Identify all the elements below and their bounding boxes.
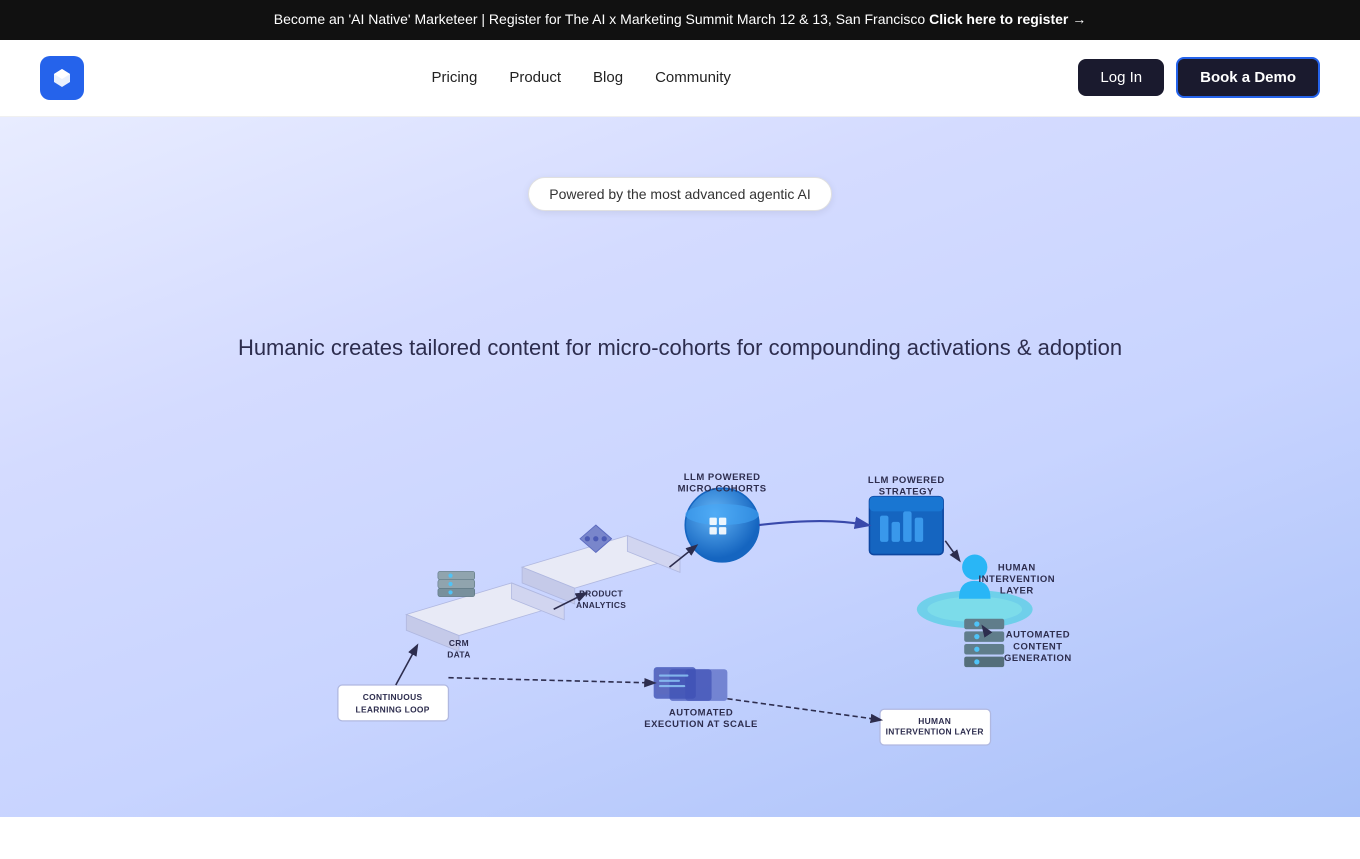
llm-micro-label: LLM POWERED	[684, 471, 761, 482]
llm-strategy-label-2: STRATEGY	[879, 486, 934, 497]
llm-strategy-group: LLM POWERED STRATEGY	[868, 475, 945, 555]
human-intervention-2-label-2: INTERVENTION LAYER	[886, 726, 984, 736]
human-intervention-label-2: INTERVENTION	[979, 573, 1056, 584]
pricing-link[interactable]: Pricing	[431, 69, 477, 86]
blog-link[interactable]: Blog	[593, 69, 623, 86]
llm-micro-cohorts-group: LLM POWERED MICRO-COHORTS	[678, 471, 767, 561]
automated-execution-group: AUTOMATED EXECUTION AT SCALE	[644, 667, 758, 730]
announcement-cta[interactable]: Click here to register →	[929, 11, 1086, 27]
announcement-bar: Become an 'AI Native' Marketeer | Regist…	[0, 0, 1360, 40]
human-intervention-2-group: HUMAN INTERVENTION LAYER	[880, 709, 991, 745]
announcement-text: Become an 'AI Native' Marketeer | Regist…	[274, 11, 925, 27]
llm-micro-label-2: MICRO-COHORTS	[678, 483, 767, 494]
nav-item-pricing[interactable]: Pricing	[431, 69, 477, 87]
human-intervention-label-3: LAYER	[1000, 585, 1034, 596]
nav-item-blog[interactable]: Blog	[593, 69, 623, 87]
nav-actions: Log In Book a Demo	[1078, 57, 1320, 98]
nav-item-community[interactable]: Community	[655, 69, 731, 87]
continuous-learning-label-2: LEARNING LOOP	[356, 704, 430, 714]
human-intervention-group: HUMAN INTERVENTION LAYER	[917, 554, 1055, 628]
product-link[interactable]: Product	[509, 69, 561, 86]
hero-section: Powered by the most advanced agentic AI …	[0, 117, 1360, 817]
human-intervention-label: HUMAN	[998, 562, 1036, 573]
auto-content-label-2: CONTENT	[1013, 641, 1062, 652]
continuous-learning-group: CONTINUOUS LEARNING LOOP	[338, 685, 449, 721]
nav-links: Pricing Product Blog Community	[431, 69, 730, 87]
logo-icon	[50, 66, 74, 90]
nav-item-product[interactable]: Product	[509, 69, 561, 87]
continuous-learning-label: CONTINUOUS	[363, 691, 423, 701]
community-link[interactable]: Community	[655, 69, 731, 86]
auto-content-label-3: GENERATION	[1004, 652, 1072, 663]
auto-content-label: AUTOMATED	[1006, 629, 1070, 640]
human-intervention-2-label: HUMAN	[918, 716, 951, 726]
hero-description: Humanic creates tailored content for mic…	[238, 331, 1122, 364]
automated-execution-label-2: EXECUTION AT SCALE	[644, 719, 758, 730]
llm-strategy-label: LLM POWERED	[868, 475, 945, 486]
crm-label-2: DATA	[447, 649, 470, 659]
automated-execution-label: AUTOMATED	[669, 707, 733, 718]
crm-label: CRM	[449, 638, 469, 648]
product-analytics-label-2: ANALYTICS	[576, 600, 626, 610]
login-button[interactable]: Log In	[1078, 59, 1164, 96]
product-analytics-label: PRODUCT	[579, 588, 623, 598]
auto-content-gen-group: AUTOMATED CONTENT GENERATION	[964, 618, 1072, 666]
logo[interactable]	[40, 56, 84, 100]
navigation: Pricing Product Blog Community Log In Bo…	[0, 40, 1360, 117]
diagram-container: CRM DATA PRODUCT ANALYTICS	[280, 404, 1080, 807]
architecture-diagram: CRM DATA PRODUCT ANALYTICS	[280, 404, 1080, 762]
book-demo-button[interactable]: Book a Demo	[1176, 57, 1320, 98]
hero-badge: Powered by the most advanced agentic AI	[528, 177, 832, 211]
